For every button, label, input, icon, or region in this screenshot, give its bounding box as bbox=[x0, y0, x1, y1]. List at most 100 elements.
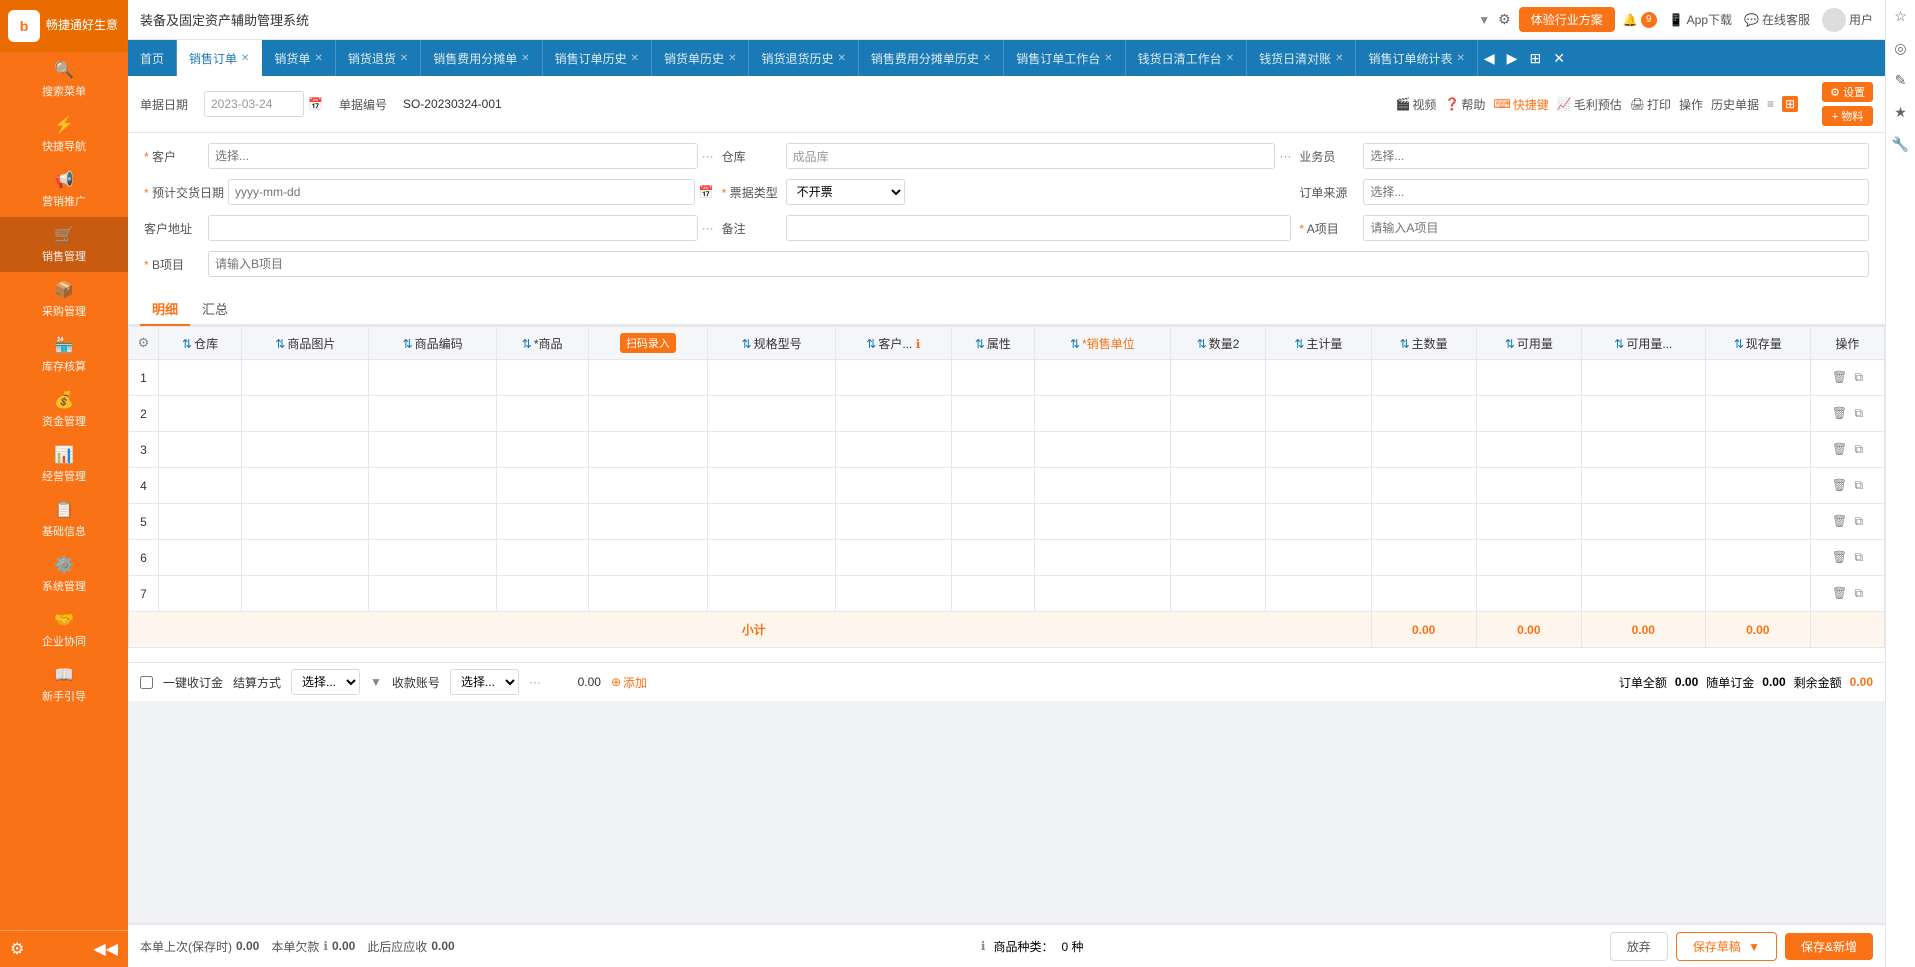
help-action[interactable]: ❓ 帮助 bbox=[1444, 96, 1485, 113]
add-payment-btn[interactable]: ⊕ 添加 bbox=[611, 674, 647, 691]
cell-product[interactable] bbox=[496, 504, 588, 540]
cell-qty2[interactable] bbox=[1170, 432, 1265, 468]
industry-btn[interactable]: 体验行业方案 bbox=[1519, 7, 1615, 32]
cell-image[interactable] bbox=[242, 576, 369, 612]
cell-scan[interactable] bbox=[588, 504, 708, 540]
payment-method-select[interactable]: 选择... bbox=[291, 669, 360, 695]
tab-销货单历史[interactable]: 销货单历史✕ bbox=[652, 40, 749, 76]
customer-ellipsis[interactable]: ··· bbox=[702, 149, 714, 163]
tab-prev-btn[interactable]: ◀ bbox=[1478, 50, 1501, 67]
cell-stock[interactable] bbox=[1705, 504, 1810, 540]
row-delete-btn[interactable]: 🗑 bbox=[1832, 514, 1847, 528]
cell-warehouse[interactable] bbox=[159, 540, 242, 576]
tab-close-销售订单工作台[interactable]: ✕ bbox=[1104, 53, 1112, 64]
cell-scan[interactable] bbox=[588, 432, 708, 468]
cell-spec[interactable] bbox=[708, 504, 835, 540]
history-action[interactable]: 历史单据 bbox=[1711, 96, 1759, 113]
cell-qty2[interactable] bbox=[1170, 540, 1265, 576]
cell-scan[interactable] bbox=[588, 468, 708, 504]
delivery-calendar-icon[interactable]: 📅 bbox=[699, 185, 714, 199]
profit-action[interactable]: 📈 毛利预估 bbox=[1557, 96, 1622, 113]
cell-attribute[interactable] bbox=[951, 540, 1034, 576]
tab-首页[interactable]: 首页 bbox=[128, 40, 177, 76]
tab-detail[interactable]: 明细 bbox=[140, 293, 190, 326]
cell-attribute[interactable] bbox=[951, 396, 1034, 432]
add-material-btn[interactable]: + 物料 bbox=[1822, 106, 1873, 126]
cell-scan[interactable] bbox=[588, 360, 708, 396]
right-icon-1[interactable]: ☆ bbox=[1889, 4, 1913, 28]
cell-code[interactable] bbox=[369, 360, 496, 396]
cell-available[interactable] bbox=[1476, 360, 1581, 396]
cell-warehouse[interactable] bbox=[159, 468, 242, 504]
sidebar-item-搜索菜单[interactable]: 🔍搜索菜单 bbox=[0, 52, 128, 107]
cell-available2[interactable] bbox=[1581, 396, 1705, 432]
tab-销货退货历史[interactable]: 销货退货历史✕ bbox=[749, 40, 858, 76]
cell-product[interactable] bbox=[496, 468, 588, 504]
this-order-help[interactable]: ℹ bbox=[323, 939, 328, 953]
scroll-row[interactable] bbox=[128, 648, 1885, 662]
layout-icon-grid[interactable]: ⊞ bbox=[1782, 96, 1798, 112]
tab-销售订单[interactable]: 销售订单✕ bbox=[177, 40, 262, 76]
cell-image[interactable] bbox=[242, 540, 369, 576]
cell-code[interactable] bbox=[369, 468, 496, 504]
cell-code[interactable] bbox=[369, 396, 496, 432]
warehouse-input[interactable] bbox=[786, 143, 1276, 169]
cell-available[interactable] bbox=[1476, 432, 1581, 468]
cell-code[interactable] bbox=[369, 432, 496, 468]
cell-main-unit[interactable] bbox=[1266, 468, 1371, 504]
tab-close-销货单[interactable]: ✕ bbox=[314, 53, 322, 64]
cell-customer-code[interactable] bbox=[835, 504, 951, 540]
cell-spec[interactable] bbox=[708, 396, 835, 432]
right-icon-2[interactable]: ◎ bbox=[1889, 36, 1913, 60]
operation-action[interactable]: 操作 bbox=[1679, 96, 1703, 113]
cell-unit[interactable] bbox=[1034, 468, 1170, 504]
method-dropdown-icon[interactable]: ▼ bbox=[370, 675, 382, 689]
delivery-input[interactable] bbox=[228, 179, 695, 205]
cell-warehouse[interactable] bbox=[159, 504, 242, 540]
cell-main-unit[interactable] bbox=[1266, 360, 1371, 396]
row-copy-btn[interactable]: ⧉ bbox=[1854, 370, 1863, 384]
account-select[interactable]: 选择... bbox=[450, 669, 519, 695]
customer-input[interactable] bbox=[208, 143, 698, 169]
sidebar-collapse-icon[interactable]: ◀◀ bbox=[93, 939, 118, 959]
row-delete-btn[interactable]: 🗑 bbox=[1832, 370, 1847, 384]
cell-spec[interactable] bbox=[708, 576, 835, 612]
address-ellipsis[interactable]: ··· bbox=[702, 221, 714, 235]
cell-attribute[interactable] bbox=[951, 504, 1034, 540]
sidebar-item-新手引导[interactable]: 📖新手引导 bbox=[0, 657, 128, 712]
cell-unit[interactable] bbox=[1034, 540, 1170, 576]
date-input[interactable] bbox=[204, 91, 304, 117]
row-copy-btn[interactable]: ⧉ bbox=[1854, 586, 1863, 600]
cell-stock[interactable] bbox=[1705, 432, 1810, 468]
column-settings-btn[interactable]: ⚙ bbox=[138, 335, 150, 351]
cell-stock[interactable] bbox=[1705, 396, 1810, 432]
sidebar-item-快捷导航[interactable]: ⚡快捷导航 bbox=[0, 107, 128, 162]
cell-customer-code[interactable] bbox=[835, 360, 951, 396]
cell-available2[interactable] bbox=[1581, 576, 1705, 612]
cell-product[interactable] bbox=[496, 432, 588, 468]
cell-available2[interactable] bbox=[1581, 432, 1705, 468]
topbar-settings-icon[interactable]: ⚙ bbox=[1498, 11, 1511, 28]
tab-close-销售费用分摊单历史[interactable]: ✕ bbox=[983, 53, 991, 64]
tab-销售订单工作台[interactable]: 销售订单工作台✕ bbox=[1004, 40, 1125, 76]
account-ellipsis[interactable]: ··· bbox=[529, 675, 541, 689]
cell-attribute[interactable] bbox=[951, 432, 1034, 468]
cell-attribute[interactable] bbox=[951, 468, 1034, 504]
cell-spec[interactable] bbox=[708, 432, 835, 468]
tab-销售费用分摊单[interactable]: 销售费用分摊单✕ bbox=[421, 40, 542, 76]
cell-unit[interactable] bbox=[1034, 504, 1170, 540]
cell-spec[interactable] bbox=[708, 540, 835, 576]
right-icon-4[interactable]: ★ bbox=[1889, 100, 1913, 124]
sidebar-item-经营管理[interactable]: 📊经营管理 bbox=[0, 437, 128, 492]
a-project-input[interactable] bbox=[1363, 215, 1869, 241]
save-draft-dropdown[interactable]: ▼ bbox=[1748, 940, 1760, 954]
row-delete-btn[interactable]: 🗑 bbox=[1832, 550, 1847, 564]
cell-available[interactable] bbox=[1476, 576, 1581, 612]
tab-next-btn[interactable]: ▶ bbox=[1501, 50, 1524, 67]
cell-stock[interactable] bbox=[1705, 360, 1810, 396]
cell-main-qty[interactable] bbox=[1371, 540, 1476, 576]
cell-code[interactable] bbox=[369, 576, 496, 612]
tab-销售订单历史[interactable]: 销售订单历史✕ bbox=[543, 40, 652, 76]
cell-main-unit[interactable] bbox=[1266, 396, 1371, 432]
cell-image[interactable] bbox=[242, 360, 369, 396]
